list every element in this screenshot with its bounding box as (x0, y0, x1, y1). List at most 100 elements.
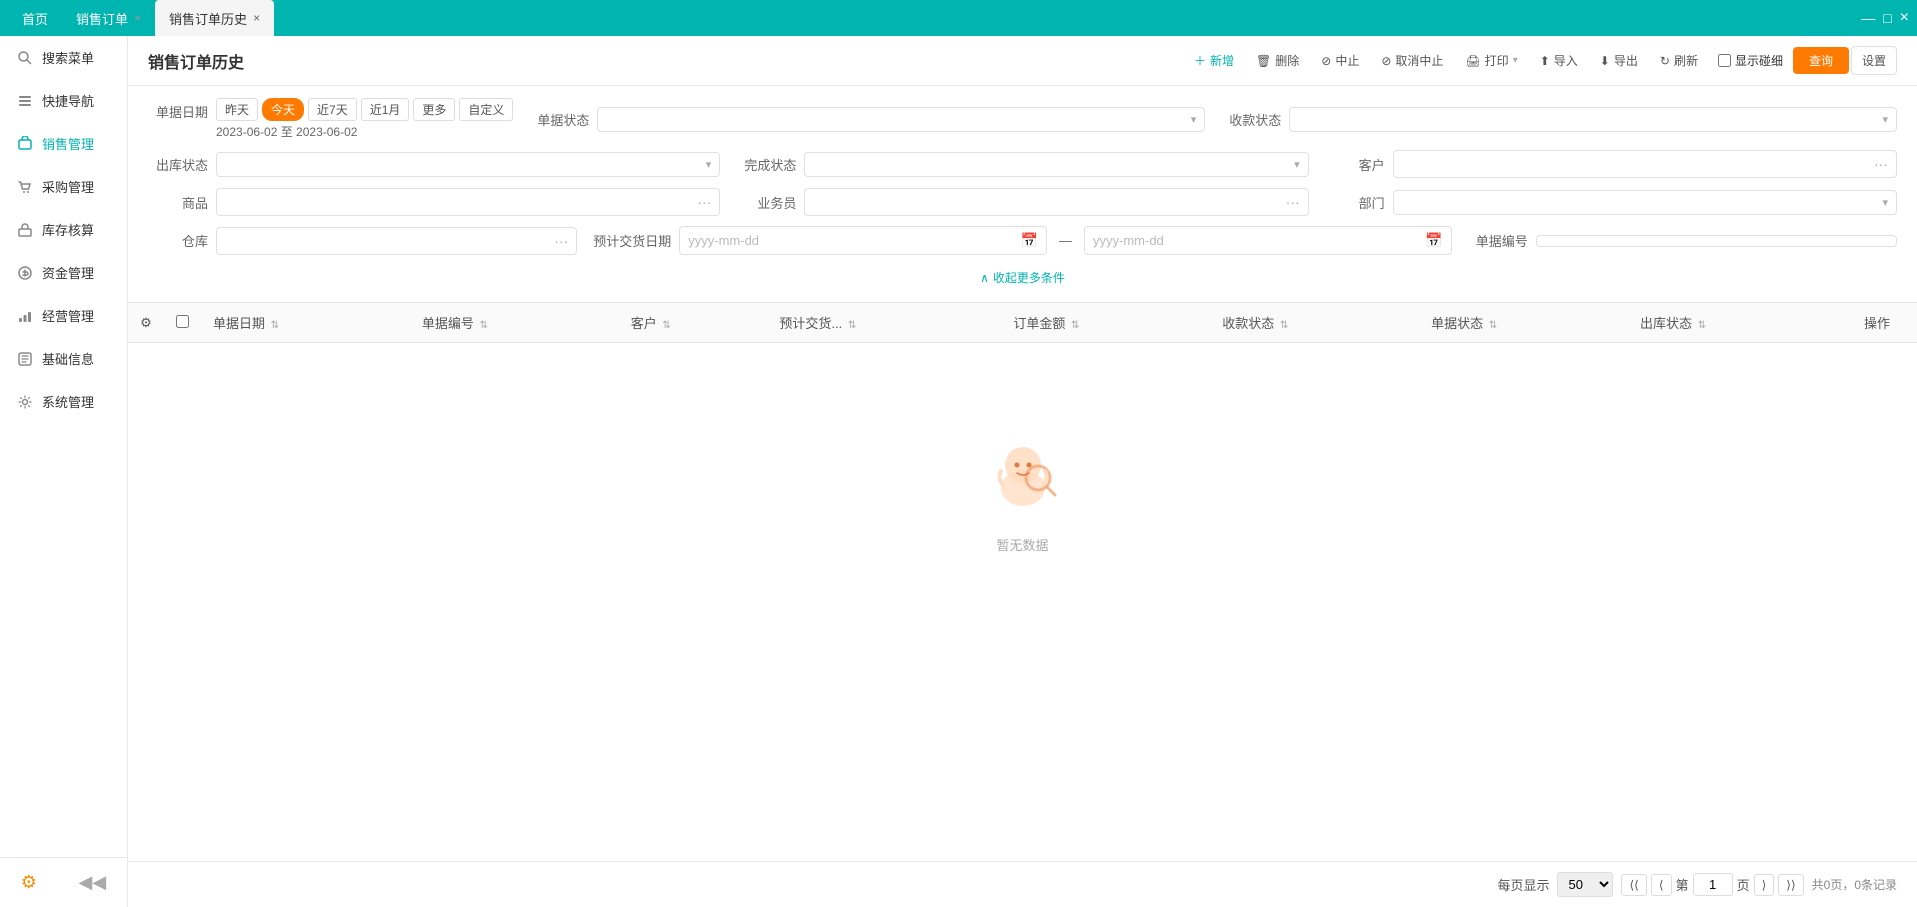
tab-sales-order-history[interactable]: 销售订单历史 × (155, 0, 274, 36)
col-operation-label: 操作 (1864, 316, 1890, 331)
refresh-icon: ↻ (1660, 54, 1670, 68)
settings-button[interactable]: 设置 (1851, 46, 1897, 75)
empty-text: 暂无数据 (996, 535, 1048, 554)
window-min-button[interactable]: — (1861, 10, 1875, 26)
page-unit: 页 (1737, 875, 1750, 894)
payment-status-select[interactable]: ▾ (1289, 107, 1897, 132)
data-table: ⚙ 单据日期 ⇅ 单据编号 ⇅ (128, 303, 1917, 343)
page-input[interactable] (1693, 873, 1733, 896)
date-btn-today[interactable]: 今天 (262, 98, 304, 121)
sort-date-icon[interactable]: ⇅ (271, 320, 279, 331)
col-order-no-label: 单据编号 (422, 316, 474, 331)
sort-outbound-icon[interactable]: ⇅ (1698, 320, 1706, 331)
window-close-button[interactable]: × (1900, 9, 1909, 27)
print-button[interactable]: 🖨 打印 ▾ (1455, 47, 1527, 74)
sidebar-item-sales-mgmt[interactable]: 销售管理 (0, 122, 127, 165)
sales-rep-label: 业务员 (736, 193, 796, 212)
date-btn-more[interactable]: 更多 (413, 98, 455, 121)
collapse-row: ∧ 收起更多条件 (148, 265, 1897, 290)
display-columns-checkbox[interactable] (1718, 54, 1731, 67)
collapse-label: 收起更多条件 (993, 269, 1065, 286)
refresh-label: 刷新 (1674, 52, 1698, 69)
query-button[interactable]: 查询 (1793, 47, 1849, 74)
date-btn-7days[interactable]: 近7天 (308, 98, 357, 121)
sidebar-label-purchase-mgmt: 采购管理 (42, 177, 94, 196)
department-select[interactable]: ▾ (1393, 190, 1897, 215)
sidebar-item-system-mgmt[interactable]: 系统管理 (0, 380, 127, 423)
sidebar-gear-icon[interactable]: ⚙ (15, 866, 43, 899)
product-input[interactable]: ··· (216, 188, 720, 216)
window-max-button[interactable]: □ (1883, 10, 1891, 26)
export-button[interactable]: ⬇ 导出 (1590, 47, 1648, 74)
col-order-status: 单据状态 ⇅ (1419, 303, 1628, 343)
customer-input[interactable]: ··· (1393, 150, 1897, 178)
query-label: 查询 (1809, 52, 1833, 69)
close-tab-sales-order-history[interactable]: × (253, 11, 260, 25)
sort-payment-icon[interactable]: ⇅ (1280, 320, 1288, 331)
sidebar-label-search-menu: 搜索菜单 (42, 48, 94, 67)
filter-row-4: 仓库 ··· 预计交货日期 yyyy-mm-dd 📅 — yyyy-mm-dd … (148, 226, 1897, 255)
settings-label: 设置 (1862, 52, 1886, 69)
order-no-filter: 单据编号 (1468, 231, 1897, 250)
warehouse-input[interactable]: ··· (216, 227, 577, 255)
sidebar-item-search-menu[interactable]: 搜索菜单 (0, 36, 127, 79)
order-status-select[interactable]: ▾ (597, 107, 1205, 132)
tab-sales-order[interactable]: 销售订单 × (62, 0, 155, 36)
page-first-button[interactable]: ⟨⟨ (1621, 874, 1646, 896)
pagination: ⟨⟨ ⟨ 第 页 ⟩ ⟩⟩ (1621, 873, 1803, 896)
order-no-input[interactable] (1536, 235, 1897, 247)
cancel-stop-button[interactable]: ⊘ 取消中止 (1371, 47, 1453, 74)
delivery-date-start-placeholder: yyyy-mm-dd (688, 233, 759, 248)
sort-delivery-icon[interactable]: ⇅ (848, 320, 856, 331)
date-btn-yesterday[interactable]: 昨天 (216, 98, 258, 121)
col-customer-label: 客户 (631, 316, 657, 331)
customer-filter: 客户 ··· (1325, 150, 1897, 178)
page-next-button[interactable]: ⟩ (1754, 874, 1775, 896)
page-prev-button[interactable]: ⟨ (1651, 874, 1672, 896)
completion-status-select[interactable]: ▾ (804, 152, 1308, 177)
col-payment-status: 收款状态 ⇅ (1210, 303, 1419, 343)
page-size-select[interactable]: 50 10 20 100 (1557, 872, 1613, 897)
payment-status-filter: 收款状态 ▾ (1221, 107, 1897, 132)
outbound-status-select[interactable]: ▾ (216, 152, 720, 177)
sales-rep-input[interactable]: ··· (804, 188, 1308, 216)
sidebar-item-inventory[interactable]: 库存核算 (0, 208, 127, 251)
sidebar-item-finance[interactable]: 资金管理 (0, 251, 127, 294)
delivery-date-start[interactable]: yyyy-mm-dd 📅 (679, 226, 1047, 255)
export-label: 导出 (1614, 52, 1638, 69)
sort-amount-icon[interactable]: ⇅ (1071, 320, 1079, 331)
sort-customer-icon[interactable]: ⇅ (662, 320, 670, 331)
display-columns-control[interactable]: 显示碰细 (1710, 47, 1791, 74)
stop-button[interactable]: ⊘ 中止 (1311, 47, 1369, 74)
finance-icon (16, 264, 34, 282)
sales-rep-ellipsis: ··· (1286, 194, 1300, 210)
sidebar-item-purchase-mgmt[interactable]: 采购管理 (0, 165, 127, 208)
collapse-button[interactable]: ∧ 收起更多条件 (980, 265, 1065, 290)
checkbox-header[interactable] (164, 303, 201, 343)
sidebar-item-quick-nav[interactable]: 快捷导航 (0, 79, 127, 122)
sort-order-status-icon[interactable]: ⇅ (1489, 320, 1497, 331)
delivery-date-label: 预计交货日期 (593, 231, 671, 250)
page-last-button[interactable]: ⟩⟩ (1778, 874, 1803, 896)
date-btn-custom[interactable]: 自定义 (459, 98, 513, 121)
date-btn-1month[interactable]: 近1月 (361, 98, 410, 121)
config-header[interactable]: ⚙ (128, 303, 164, 343)
refresh-button[interactable]: ↻ 刷新 (1650, 47, 1708, 74)
sidebar-item-basic-info[interactable]: 基础信息 (0, 337, 127, 380)
select-all-checkbox[interactable] (176, 315, 189, 328)
delivery-date-end[interactable]: yyyy-mm-dd 📅 (1084, 226, 1452, 255)
sidebar-collapse-icon[interactable]: ◀◀ (73, 866, 113, 899)
delete-button[interactable]: 🗑 删除 (1246, 47, 1309, 74)
tab-home[interactable]: 首页 (8, 0, 62, 36)
sidebar-item-operations[interactable]: 经营管理 (0, 294, 127, 337)
new-button[interactable]: ＋ 新增 (1184, 47, 1244, 74)
import-label: 导入 (1554, 52, 1578, 69)
sales-icon (16, 135, 34, 153)
col-order-status-label: 单据状态 (1431, 316, 1483, 331)
inventory-icon (16, 221, 34, 239)
import-button[interactable]: ⬆ 导入 (1530, 47, 1588, 74)
filter-row-2: 出库状态 ▾ 完成状态 ▾ 客户 ··· (148, 150, 1897, 178)
sort-order-no-icon[interactable]: ⇅ (480, 320, 488, 331)
table-area: ⚙ 单据日期 ⇅ 单据编号 ⇅ (128, 303, 1917, 861)
close-tab-sales-order[interactable]: × (134, 11, 141, 25)
